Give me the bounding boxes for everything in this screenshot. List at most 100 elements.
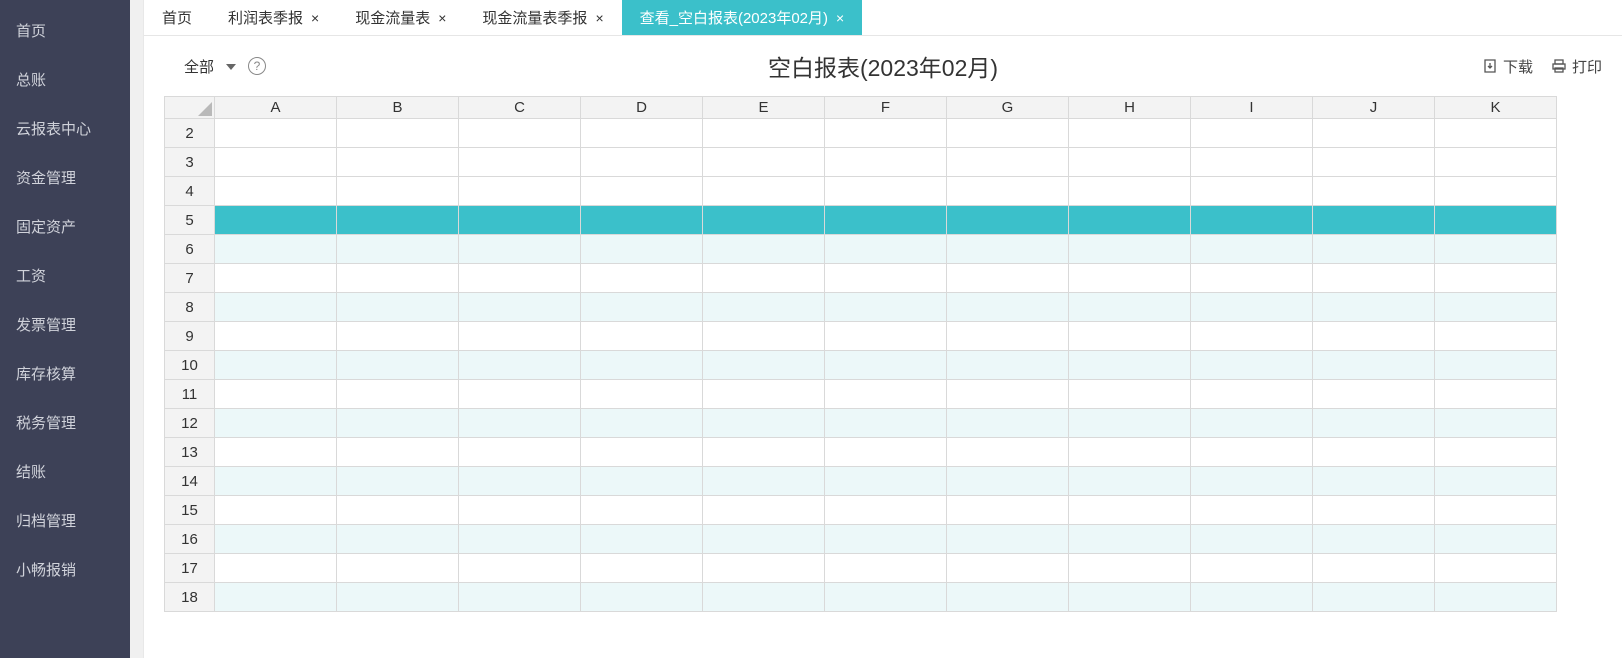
cell-F12[interactable]: [825, 409, 947, 438]
cell-D7[interactable]: [581, 264, 703, 293]
close-icon[interactable]: ×: [836, 10, 844, 26]
cell-K18[interactable]: [1435, 583, 1557, 612]
sidebar-item-home[interactable]: 首页: [0, 6, 130, 55]
cell-D11[interactable]: [581, 380, 703, 409]
cell-B16[interactable]: [337, 525, 459, 554]
cell-C16[interactable]: [459, 525, 581, 554]
row-header-4[interactable]: 4: [165, 177, 215, 206]
row-header-10[interactable]: 10: [165, 351, 215, 380]
sidebar-item-inventory[interactable]: 库存核算: [0, 349, 130, 398]
cell-G2[interactable]: [947, 119, 1069, 148]
row-header-17[interactable]: 17: [165, 554, 215, 583]
column-header-E[interactable]: E: [703, 97, 825, 119]
cell-F7[interactable]: [825, 264, 947, 293]
sidebar-item-invoice-mgmt[interactable]: 发票管理: [0, 300, 130, 349]
cell-B12[interactable]: [337, 409, 459, 438]
row-header-7[interactable]: 7: [165, 264, 215, 293]
cell-J15[interactable]: [1313, 496, 1435, 525]
cell-D17[interactable]: [581, 554, 703, 583]
row-header-16[interactable]: 16: [165, 525, 215, 554]
cell-E17[interactable]: [703, 554, 825, 583]
cell-H13[interactable]: [1069, 438, 1191, 467]
cell-B9[interactable]: [337, 322, 459, 351]
cell-J16[interactable]: [1313, 525, 1435, 554]
cell-G5[interactable]: [947, 206, 1069, 235]
column-header-A[interactable]: A: [215, 97, 337, 119]
cell-J14[interactable]: [1313, 467, 1435, 496]
cell-J9[interactable]: [1313, 322, 1435, 351]
sidebar-item-tax-mgmt[interactable]: 税务管理: [0, 398, 130, 447]
cell-I7[interactable]: [1191, 264, 1313, 293]
tab-view-blank-report[interactable]: 查看_空白报表(2023年02月) ×: [622, 0, 863, 35]
cell-H15[interactable]: [1069, 496, 1191, 525]
cell-C8[interactable]: [459, 293, 581, 322]
cell-B11[interactable]: [337, 380, 459, 409]
cell-E6[interactable]: [703, 235, 825, 264]
cell-K17[interactable]: [1435, 554, 1557, 583]
cell-J12[interactable]: [1313, 409, 1435, 438]
cell-B7[interactable]: [337, 264, 459, 293]
cell-E7[interactable]: [703, 264, 825, 293]
cell-E2[interactable]: [703, 119, 825, 148]
cell-A4[interactable]: [215, 177, 337, 206]
cell-K4[interactable]: [1435, 177, 1557, 206]
cell-I14[interactable]: [1191, 467, 1313, 496]
cell-C15[interactable]: [459, 496, 581, 525]
cell-B2[interactable]: [337, 119, 459, 148]
cell-A14[interactable]: [215, 467, 337, 496]
cell-J18[interactable]: [1313, 583, 1435, 612]
cell-H11[interactable]: [1069, 380, 1191, 409]
cell-I6[interactable]: [1191, 235, 1313, 264]
cell-E10[interactable]: [703, 351, 825, 380]
cell-K13[interactable]: [1435, 438, 1557, 467]
cell-J10[interactable]: [1313, 351, 1435, 380]
cell-J3[interactable]: [1313, 148, 1435, 177]
cell-G8[interactable]: [947, 293, 1069, 322]
column-header-I[interactable]: I: [1191, 97, 1313, 119]
row-header-6[interactable]: 6: [165, 235, 215, 264]
column-header-D[interactable]: D: [581, 97, 703, 119]
cell-H9[interactable]: [1069, 322, 1191, 351]
cell-H17[interactable]: [1069, 554, 1191, 583]
column-header-K[interactable]: K: [1435, 97, 1557, 119]
sidebar-item-fixed-assets[interactable]: 固定资产: [0, 202, 130, 251]
cell-B14[interactable]: [337, 467, 459, 496]
cell-A8[interactable]: [215, 293, 337, 322]
grid-corner[interactable]: [165, 97, 215, 119]
cell-A5[interactable]: [215, 206, 337, 235]
cell-D18[interactable]: [581, 583, 703, 612]
cell-E13[interactable]: [703, 438, 825, 467]
cell-J11[interactable]: [1313, 380, 1435, 409]
cell-K8[interactable]: [1435, 293, 1557, 322]
cell-C13[interactable]: [459, 438, 581, 467]
row-header-3[interactable]: 3: [165, 148, 215, 177]
cell-E8[interactable]: [703, 293, 825, 322]
cell-H7[interactable]: [1069, 264, 1191, 293]
cell-J2[interactable]: [1313, 119, 1435, 148]
cell-C3[interactable]: [459, 148, 581, 177]
cell-K6[interactable]: [1435, 235, 1557, 264]
cell-E14[interactable]: [703, 467, 825, 496]
column-header-G[interactable]: G: [947, 97, 1069, 119]
cell-E5[interactable]: [703, 206, 825, 235]
cell-K16[interactable]: [1435, 525, 1557, 554]
cell-I16[interactable]: [1191, 525, 1313, 554]
cell-B13[interactable]: [337, 438, 459, 467]
cell-F17[interactable]: [825, 554, 947, 583]
column-header-B[interactable]: B: [337, 97, 459, 119]
cell-D5[interactable]: [581, 206, 703, 235]
sidebar-item-payroll[interactable]: 工资: [0, 251, 130, 300]
cell-G11[interactable]: [947, 380, 1069, 409]
cell-H18[interactable]: [1069, 583, 1191, 612]
cell-F14[interactable]: [825, 467, 947, 496]
cell-E9[interactable]: [703, 322, 825, 351]
cell-K3[interactable]: [1435, 148, 1557, 177]
cell-F16[interactable]: [825, 525, 947, 554]
cell-C17[interactable]: [459, 554, 581, 583]
column-header-C[interactable]: C: [459, 97, 581, 119]
cell-B17[interactable]: [337, 554, 459, 583]
row-header-2[interactable]: 2: [165, 119, 215, 148]
cell-B10[interactable]: [337, 351, 459, 380]
cell-D4[interactable]: [581, 177, 703, 206]
cell-D6[interactable]: [581, 235, 703, 264]
